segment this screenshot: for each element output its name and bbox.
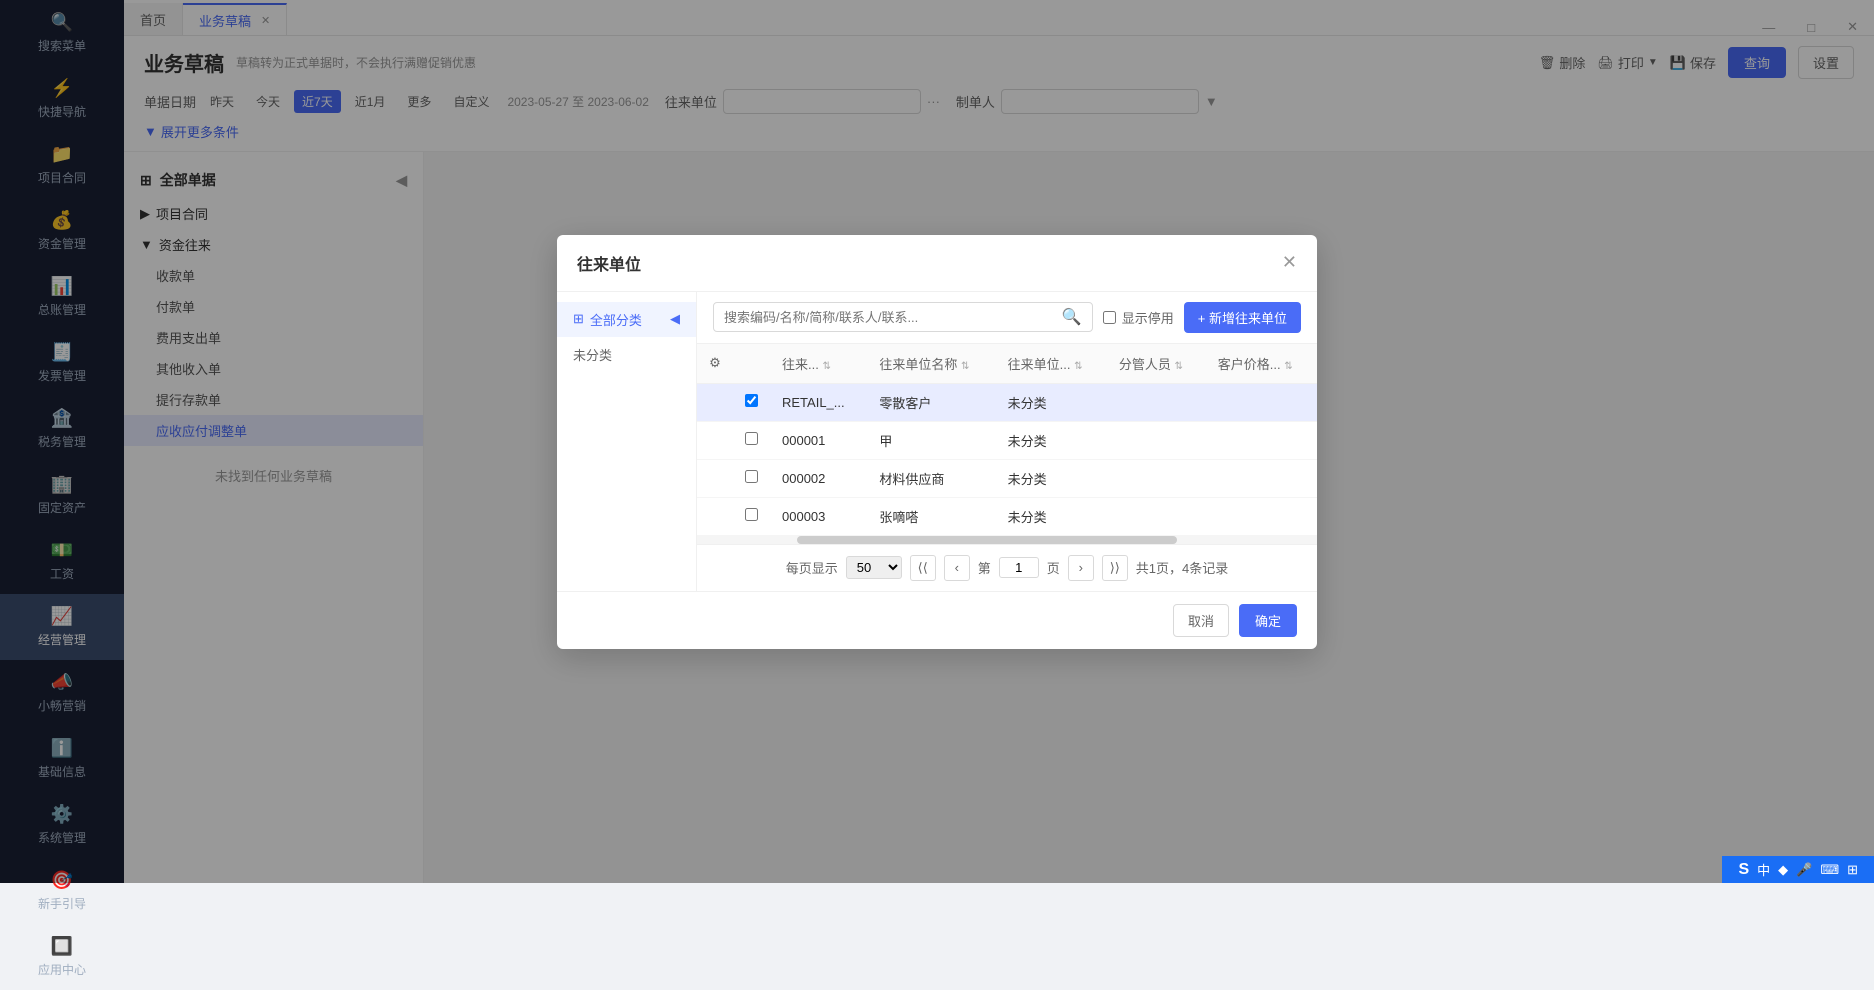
col-header-name[interactable]: 往来单位名称 ⇅ — [867, 344, 995, 384]
search-icon[interactable]: 🔍 — [1062, 307, 1082, 327]
page-suffix: 页 — [1047, 558, 1060, 577]
row-check-2[interactable] — [733, 421, 770, 459]
grid3-icon[interactable]: ⊞ — [1847, 862, 1858, 878]
diamond-icon: ◆ — [1778, 862, 1788, 878]
row-salesperson-3 — [1107, 459, 1206, 497]
row-gear-1[interactable] — [697, 383, 733, 421]
grid2-icon: ⊞ — [573, 311, 584, 327]
pagination: 每页显示 50 100 ⟨⟨ ‹ 第 页 › ⟩⟩ 共1页，4条记录 — [697, 544, 1317, 591]
next-page-button[interactable]: › — [1068, 555, 1094, 581]
col-header-category[interactable]: 往来单位... ⇅ — [996, 344, 1107, 384]
row-code-2: 000001 — [770, 421, 867, 459]
modal-title: 往来单位 — [577, 251, 641, 275]
prev-page-button[interactable]: ‹ — [944, 555, 970, 581]
row-code-1: RETAIL_... — [770, 383, 867, 421]
col-header-code[interactable]: 往来... ⇅ — [770, 344, 867, 384]
row-price-level-3 — [1206, 459, 1317, 497]
statusbar: S 中 ◆ 🎤 ⌨ ⊞ — [1722, 856, 1874, 883]
modal-table: ⚙ 往来... ⇅ 往来单位名称 ⇅ — [697, 344, 1317, 536]
table-row[interactable]: 000001 甲 未分类 — [697, 421, 1317, 459]
row-name-2: 甲 — [867, 421, 995, 459]
modal-body: ⊞ 全部分类 ◀ 未分类 🔍 显示停用 — [557, 292, 1317, 591]
modal-sidebar-all-categories[interactable]: ⊞ 全部分类 ◀ — [557, 302, 696, 337]
col-header-gear[interactable]: ⚙ — [697, 344, 733, 384]
page-label: 第 — [978, 558, 991, 577]
row-gear-2[interactable] — [697, 421, 733, 459]
page-number-input[interactable] — [999, 557, 1039, 578]
row-check-3[interactable] — [733, 459, 770, 497]
sort-icon5: ⇅ — [1284, 361, 1292, 372]
row-check-4[interactable] — [733, 497, 770, 535]
brand-icon: S — [1738, 861, 1749, 879]
modal-content-area: 🔍 显示停用 + 新增往来单位 ⚙ — [697, 292, 1317, 591]
search-box: 🔍 — [713, 302, 1093, 332]
last-page-button[interactable]: ⟩⟩ — [1102, 555, 1128, 581]
table-row[interactable]: 000003 张嘀嗒 未分类 — [697, 497, 1317, 535]
sort-icon2: ⇅ — [961, 361, 969, 372]
col-header-salesperson[interactable]: 分管人员 ⇅ — [1107, 344, 1206, 384]
modal-sidebar-uncategorized[interactable]: 未分类 — [557, 337, 696, 372]
row-check-1[interactable] — [733, 383, 770, 421]
per-page-select[interactable]: 50 100 — [846, 556, 902, 579]
show-disabled-checkbox-label[interactable]: 显示停用 — [1103, 308, 1174, 327]
row-category-2: 未分类 — [996, 421, 1107, 459]
row-category-1: 未分类 — [996, 383, 1107, 421]
modal-toolbar: 🔍 显示停用 + 新增往来单位 — [697, 292, 1317, 344]
row-code-3: 000002 — [770, 459, 867, 497]
sort-icon4: ⇅ — [1174, 361, 1182, 372]
mic-icon[interactable]: 🎤 — [1796, 862, 1812, 878]
sort-icon: ⇅ — [822, 361, 830, 372]
sidebar-item-label: 应用中心 — [38, 961, 86, 978]
confirm-button[interactable]: 确定 — [1239, 604, 1297, 637]
row-code-4: 000003 — [770, 497, 867, 535]
app-center-icon: 🔲 — [51, 936, 73, 957]
table-row[interactable]: RETAIL_... 零散客户 未分类 — [697, 383, 1317, 421]
show-disabled-checkbox[interactable] — [1103, 311, 1116, 324]
partner-table: ⚙ 往来... ⇅ 往来单位名称 ⇅ — [697, 344, 1317, 536]
row-gear-4[interactable] — [697, 497, 733, 535]
row-category-3: 未分类 — [996, 459, 1107, 497]
table-row[interactable]: 000002 材料供应商 未分类 — [697, 459, 1317, 497]
row-salesperson-2 — [1107, 421, 1206, 459]
col-header-price-level[interactable]: 客户价格... ⇅ — [1206, 344, 1317, 384]
total-info: 共1页，4条记录 — [1136, 558, 1228, 577]
row-category-4: 未分类 — [996, 497, 1107, 535]
row-price-level-2 — [1206, 421, 1317, 459]
keyboard-icon[interactable]: ⌨ — [1820, 862, 1839, 878]
row-salesperson-1 — [1107, 383, 1206, 421]
partner-modal: 往来单位 ✕ ⊞ 全部分类 ◀ 未分类 — [557, 235, 1317, 649]
modal-header: 往来单位 ✕ — [557, 235, 1317, 292]
first-page-button[interactable]: ⟨⟨ — [910, 555, 936, 581]
row-name-1: 零散客户 — [867, 383, 995, 421]
row-name-4: 张嘀嗒 — [867, 497, 995, 535]
modal-sidebar: ⊞ 全部分类 ◀ 未分类 — [557, 292, 697, 591]
col-header-check — [733, 344, 770, 384]
sort-icon3: ⇅ — [1074, 361, 1082, 372]
sidebar-item-app-center[interactable]: 🔲 应用中心 — [0, 924, 124, 990]
sidebar-collapse-icon[interactable]: ◀ — [670, 311, 680, 327]
lang-icon[interactable]: 中 — [1757, 860, 1770, 879]
scroll-thumb[interactable] — [797, 536, 1177, 544]
table-header-row: ⚙ 往来... ⇅ 往来单位名称 ⇅ — [697, 344, 1317, 384]
row-gear-3[interactable] — [697, 459, 733, 497]
modal-close-button[interactable]: ✕ — [1282, 252, 1297, 273]
add-partner-button[interactable]: + 新增往来单位 — [1184, 302, 1301, 333]
row-price-level-1 — [1206, 383, 1317, 421]
horizontal-scrollbar[interactable] — [697, 536, 1317, 544]
row-name-3: 材料供应商 — [867, 459, 995, 497]
row-price-level-4 — [1206, 497, 1317, 535]
modal-overlay: 往来单位 ✕ ⊞ 全部分类 ◀ 未分类 — [0, 0, 1874, 883]
row-salesperson-4 — [1107, 497, 1206, 535]
per-page-label: 每页显示 — [786, 558, 838, 577]
search-input[interactable] — [724, 310, 1056, 325]
cancel-button[interactable]: 取消 — [1173, 604, 1229, 637]
sidebar-item-label: 新手引导 — [38, 895, 86, 912]
modal-footer: 取消 确定 — [557, 591, 1317, 649]
